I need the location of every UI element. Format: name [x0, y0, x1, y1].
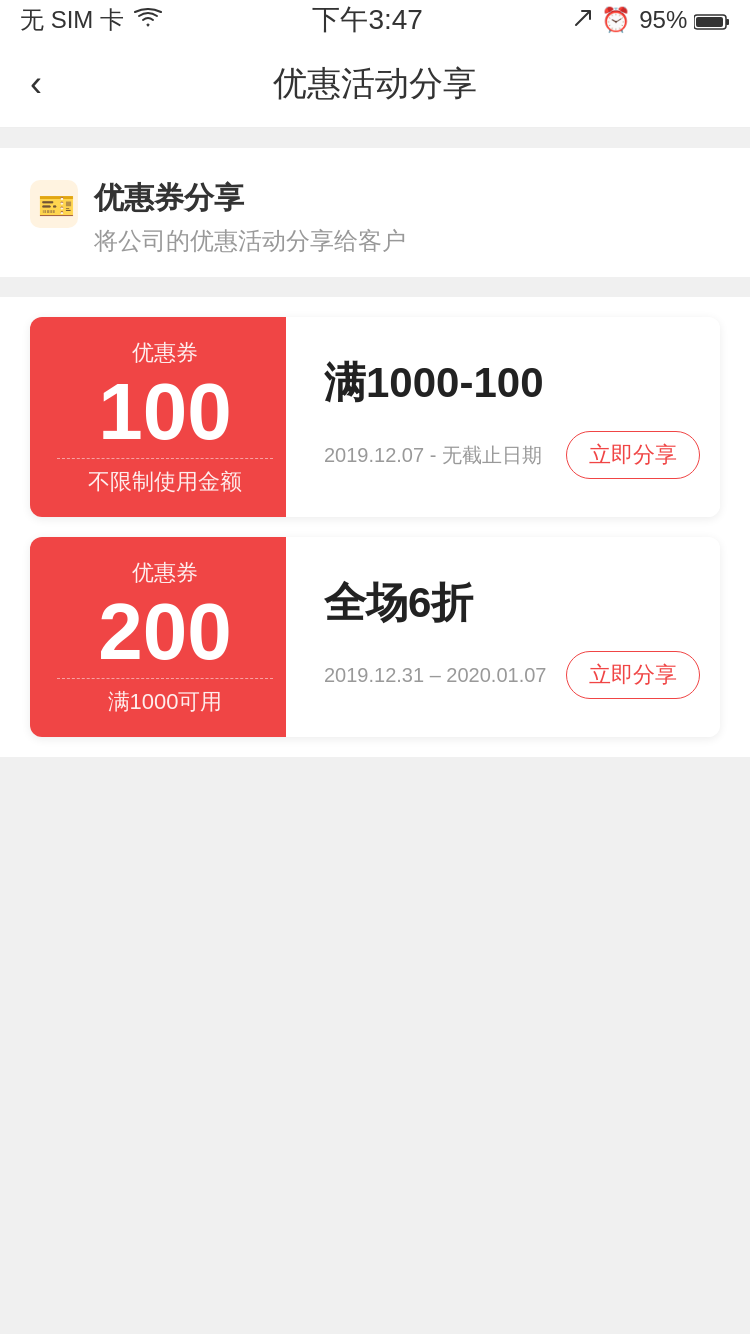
status-left: 无 SIM 卡 — [20, 4, 162, 36]
coupon-footer: 2019.12.31 – 2020.01.07 立即分享 — [324, 651, 700, 699]
section-text: 优惠券分享 将公司的优惠活动分享给客户 — [94, 178, 406, 257]
coupon-condition: 满1000可用 — [108, 687, 223, 717]
coupon-label: 优惠券 — [132, 558, 198, 588]
location-icon — [573, 6, 593, 34]
coupon-share-button[interactable]: 立即分享 — [566, 431, 700, 479]
section-subtitle: 将公司的优惠活动分享给客户 — [94, 225, 406, 257]
svg-text:🎫: 🎫 — [38, 188, 76, 224]
status-bar: 无 SIM 卡 下午3:47 ⏰ 95% — [0, 0, 750, 40]
back-button[interactable]: ‹ — [30, 63, 42, 105]
coupon-left: 优惠券 200 满1000可用 — [30, 537, 300, 737]
wifi-icon — [134, 6, 162, 34]
status-right: ⏰ 95% — [573, 6, 730, 34]
coupon-name: 满1000-100 — [324, 355, 700, 411]
coupon-amount: 100 — [98, 372, 231, 452]
coupon-footer: 2019.12.07 - 无截止日期 立即分享 — [324, 431, 700, 479]
nav-title: 优惠活动分享 — [273, 61, 477, 107]
battery-label: 95% — [639, 6, 730, 34]
svg-rect-2 — [696, 17, 723, 27]
coupon-card: 优惠券 200 满1000可用 全场6折 2019.12.31 – 2020.0… — [30, 537, 720, 737]
section-header: 🎫 优惠券分享 将公司的优惠活动分享给客户 — [0, 148, 750, 277]
coupon-right: 全场6折 2019.12.31 – 2020.01.07 立即分享 — [300, 537, 720, 737]
coupon-condition: 不限制使用金额 — [88, 467, 242, 497]
bottom-space — [0, 757, 750, 1334]
coupon-label: 优惠券 — [132, 338, 198, 368]
coupon-name: 全场6折 — [324, 575, 700, 631]
coupon-amount: 200 — [98, 592, 231, 672]
section-title: 优惠券分享 — [94, 178, 406, 219]
coupon-left: 优惠券 100 不限制使用金额 — [30, 317, 300, 517]
coupon-date: 2019.12.07 - 无截止日期 — [324, 442, 542, 469]
alarm-icon: ⏰ — [601, 6, 631, 34]
section-icon: 🎫 — [30, 180, 78, 228]
coupon-date: 2019.12.31 – 2020.01.07 — [324, 664, 546, 687]
nav-bar: ‹ 优惠活动分享 — [0, 40, 750, 128]
svg-rect-1 — [726, 19, 729, 25]
coupon-list: 优惠券 100 不限制使用金额 满1000-100 2019.12.07 - 无… — [0, 297, 750, 757]
coupon-right: 满1000-100 2019.12.07 - 无截止日期 立即分享 — [300, 317, 720, 517]
status-time: 下午3:47 — [312, 1, 423, 39]
coupon-card: 优惠券 100 不限制使用金额 满1000-100 2019.12.07 - 无… — [30, 317, 720, 517]
network-label: 无 SIM 卡 — [20, 4, 124, 36]
coupon-share-button[interactable]: 立即分享 — [566, 651, 700, 699]
